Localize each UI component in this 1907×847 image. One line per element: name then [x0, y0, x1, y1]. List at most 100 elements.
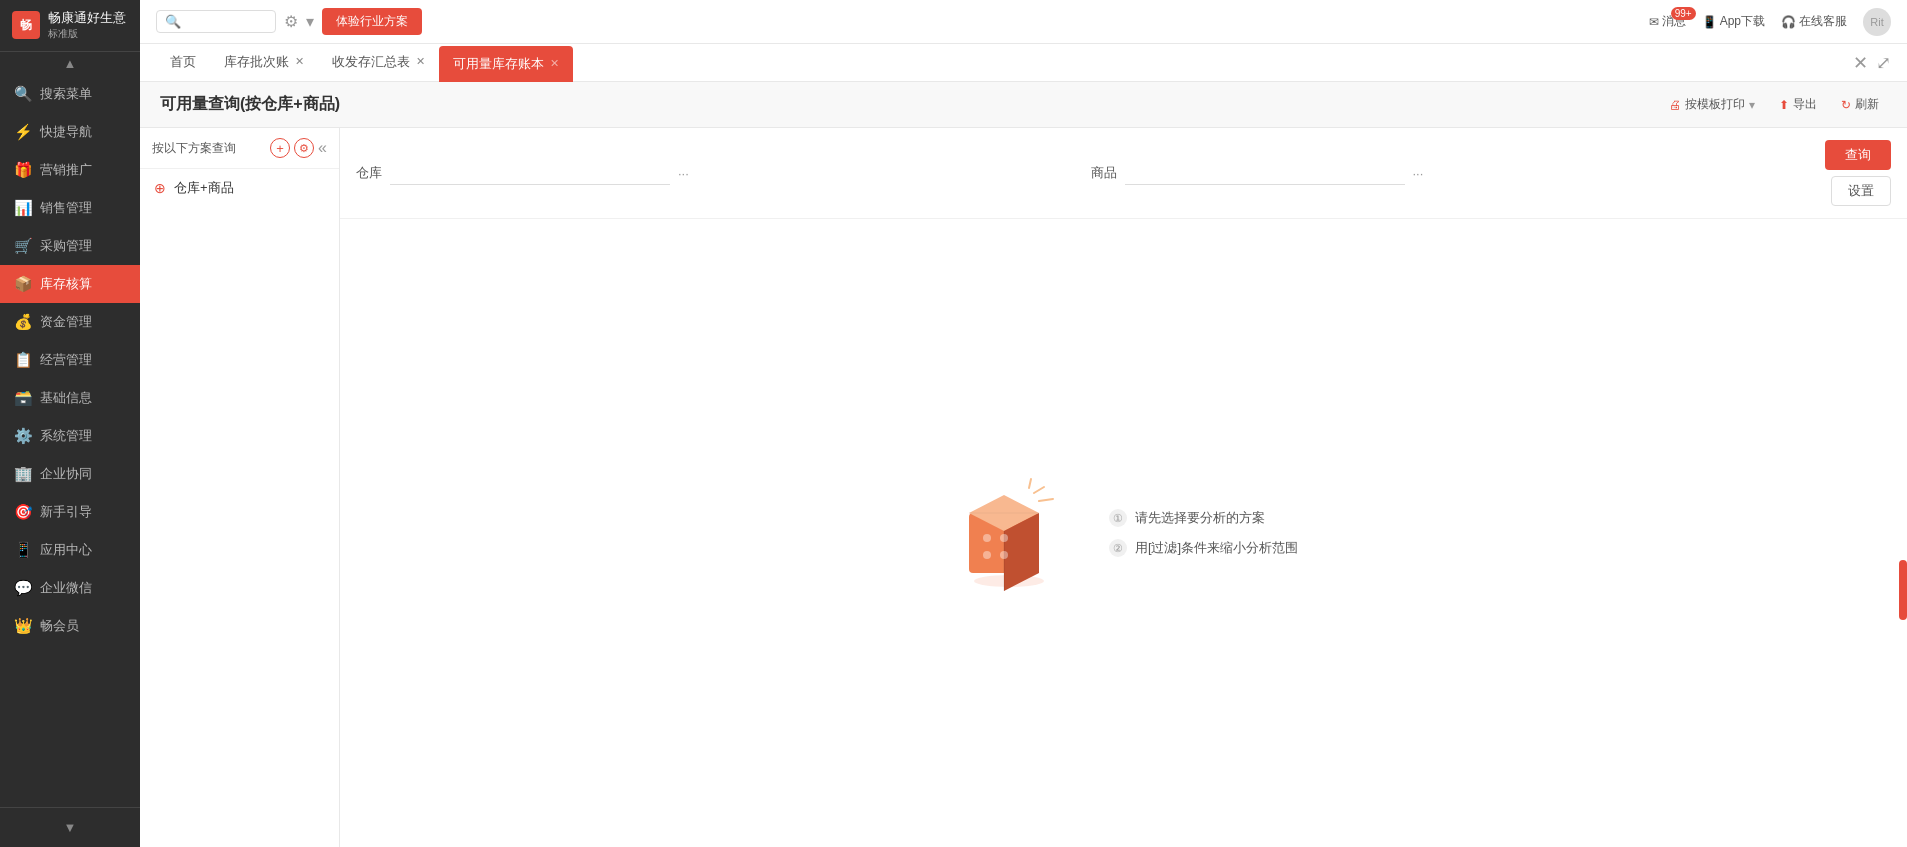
hint-text-2: 用[过滤]条件来缩小分析范围: [1135, 539, 1298, 557]
purchase-icon: 🛒: [14, 237, 32, 255]
tab-close-all-icon[interactable]: ✕: [1853, 52, 1868, 74]
page-actions: 🖨 按模板打印 ▾ ⬆ 导出 ↻ 刷新: [1661, 92, 1887, 117]
tab-receive-summary[interactable]: 收发存汇总表 ✕: [318, 44, 439, 82]
user-avatar: Rit: [1863, 8, 1891, 36]
sidebar-item-newuser[interactable]: 🎯 新手引导: [0, 493, 140, 531]
basics-icon: 🗃️: [14, 389, 32, 407]
scheme-collapse-icon[interactable]: «: [318, 139, 327, 157]
tabbar: 首页 库存批次账 ✕ 收发存汇总表 ✕ 可用量库存账本 ✕ ✕ ⤢: [140, 44, 1907, 82]
sidebar-item-inventory[interactable]: 📦 库存核算: [0, 265, 140, 303]
operations-icon: 📋: [14, 351, 32, 369]
sidebar-item-apps[interactable]: 📱 应用中心: [0, 531, 140, 569]
empty-state: ① 请先选择要分析的方案 ② 用[过滤]条件来缩小分析范围: [340, 219, 1907, 847]
svg-line-11: [1039, 499, 1053, 501]
svg-point-8: [983, 551, 991, 559]
tab-close-receive-summary[interactable]: ✕: [416, 55, 425, 68]
newuser-icon: 🎯: [14, 503, 32, 521]
scheme-header-buttons: + ⚙ «: [270, 138, 327, 158]
enterprise-icon: 🏢: [14, 465, 32, 483]
goods-filter-group: 商品 ···: [1091, 161, 1810, 185]
query-btn[interactable]: 查询: [1825, 140, 1891, 170]
topbar-search-box[interactable]: 🔍: [156, 10, 276, 33]
print-template-btn[interactable]: 🖨 按模板打印 ▾: [1661, 92, 1763, 117]
svg-line-12: [1029, 479, 1031, 488]
empty-illustration: [949, 473, 1069, 593]
settings-gear-icon[interactable]: ⚙: [284, 12, 298, 31]
right-scroll-indicator: [1899, 560, 1907, 620]
tab-batch-ledger[interactable]: 库存批次账 ✕: [210, 44, 318, 82]
export-btn[interactable]: ⬆ 导出: [1771, 92, 1825, 117]
goods-more-btn[interactable]: ···: [1413, 166, 1424, 181]
sidebar-title: 畅康通好生意: [48, 10, 126, 27]
filter-settings-btn[interactable]: 设置: [1831, 176, 1891, 206]
scheme-settings-btn[interactable]: ⚙: [294, 138, 314, 158]
headset-icon: 🎧: [1781, 15, 1796, 29]
sidebar-item-operations[interactable]: 📋 经营管理: [0, 341, 140, 379]
svg-point-7: [1000, 534, 1008, 542]
wechat-icon: 💬: [14, 579, 32, 597]
scheme-header-label: 按以下方案查询: [152, 140, 236, 157]
main-area: 🔍 ⚙ ▾ 体验行业方案 ✉ 消息 99+ 📱 App下载 🎧 在线客服: [140, 0, 1907, 847]
print-dropdown-icon[interactable]: ▾: [1749, 98, 1755, 112]
action-buttons: 查询 设置: [1825, 140, 1891, 206]
trial-industry-btn[interactable]: 体验行业方案: [322, 8, 422, 35]
svg-line-10: [1034, 487, 1044, 493]
sidebar-item-search[interactable]: 🔍 搜索菜单: [0, 75, 140, 113]
refresh-btn[interactable]: ↻ 刷新: [1833, 92, 1887, 117]
empty-hints: ① 请先选择要分析的方案 ② 用[过滤]条件来缩小分析范围: [1109, 509, 1298, 557]
sidebar-scroll-up[interactable]: ▲: [0, 52, 140, 75]
sidebar-item-enterprise[interactable]: 🏢 企业协同: [0, 455, 140, 493]
sidebar-item-member[interactable]: 👑 畅会员: [0, 607, 140, 645]
sidebar-item-marketing[interactable]: 🎁 营销推广: [0, 151, 140, 189]
marketing-icon: 🎁: [14, 161, 32, 179]
tab-expand-icon[interactable]: ⤢: [1876, 52, 1891, 74]
scheme-add-btn[interactable]: +: [270, 138, 290, 158]
app-download-btn[interactable]: 📱 App下载: [1702, 13, 1765, 30]
warehouse-input[interactable]: [390, 161, 670, 185]
sidebar-item-purchase[interactable]: 🛒 采购管理: [0, 227, 140, 265]
mobile-icon: 📱: [1702, 15, 1717, 29]
warehouse-filter-group: 仓库 ···: [356, 161, 1075, 185]
empty-box-svg: [949, 473, 1069, 593]
sidebar-subtitle: 标准版: [48, 27, 126, 41]
sidebar-item-finance[interactable]: 💰 资金管理: [0, 303, 140, 341]
user-menu-btn[interactable]: Rit: [1863, 8, 1891, 36]
svg-point-9: [1000, 551, 1008, 559]
export-icon: ⬆: [1779, 98, 1789, 112]
hint-item-2: ② 用[过滤]条件来缩小分析范围: [1109, 539, 1298, 557]
hint-number-1: ①: [1109, 509, 1127, 527]
tab-close-available-ledger[interactable]: ✕: [550, 57, 559, 70]
message-badge: 99+: [1671, 7, 1696, 20]
print-icon: 🖨: [1669, 98, 1681, 112]
page-title: 可用量查询(按仓库+商品): [160, 94, 340, 115]
sidebar-item-wechat[interactable]: 💬 企业微信: [0, 569, 140, 607]
tab-close-batch-ledger[interactable]: ✕: [295, 55, 304, 68]
sidebar-item-quicknav[interactable]: ⚡ 快捷导航: [0, 113, 140, 151]
sidebar-item-basics[interactable]: 🗃️ 基础信息: [0, 379, 140, 417]
scheme-item-warehouse-goods[interactable]: ⊕ 仓库+商品: [140, 169, 339, 207]
warehouse-label: 仓库: [356, 164, 382, 182]
online-service-btn[interactable]: 🎧 在线客服: [1781, 13, 1847, 30]
inventory-icon: 📦: [14, 275, 32, 293]
sidebar-menu: 🔍 搜索菜单 ⚡ 快捷导航 🎁 营销推广 📊 销售管理 🛒 采购管理 📦 库存核…: [0, 75, 140, 807]
goods-input[interactable]: [1125, 161, 1405, 185]
sidebar-scroll-down[interactable]: ▼: [0, 816, 140, 839]
query-area: 仓库 ··· 商品 ··· 查询 设置: [340, 128, 1907, 847]
topbar: 🔍 ⚙ ▾ 体验行业方案 ✉ 消息 99+ 📱 App下载 🎧 在线客服: [140, 0, 1907, 44]
message-btn[interactable]: ✉ 消息 99+: [1649, 13, 1686, 30]
sidebar-item-system[interactable]: ⚙️ 系统管理: [0, 417, 140, 455]
search-icon: 🔍: [14, 85, 32, 103]
sidebar-item-sales[interactable]: 📊 销售管理: [0, 189, 140, 227]
hint-number-2: ②: [1109, 539, 1127, 557]
page-header: 可用量查询(按仓库+商品) 🖨 按模板打印 ▾ ⬆ 导出 ↻ 刷新: [140, 82, 1907, 128]
tab-home[interactable]: 首页: [156, 44, 210, 82]
topbar-left: 🔍 ⚙ ▾ 体验行业方案: [156, 8, 422, 35]
topbar-search-input[interactable]: [185, 15, 265, 29]
dropdown-arrow-icon[interactable]: ▾: [306, 12, 314, 31]
tabbar-right: ✕ ⤢: [1853, 52, 1891, 74]
warehouse-more-btn[interactable]: ···: [678, 166, 689, 181]
hint-item-1: ① 请先选择要分析的方案: [1109, 509, 1298, 527]
tab-available-ledger[interactable]: 可用量库存账本 ✕: [439, 46, 573, 84]
message-icon: ✉: [1649, 15, 1659, 29]
sales-icon: 📊: [14, 199, 32, 217]
